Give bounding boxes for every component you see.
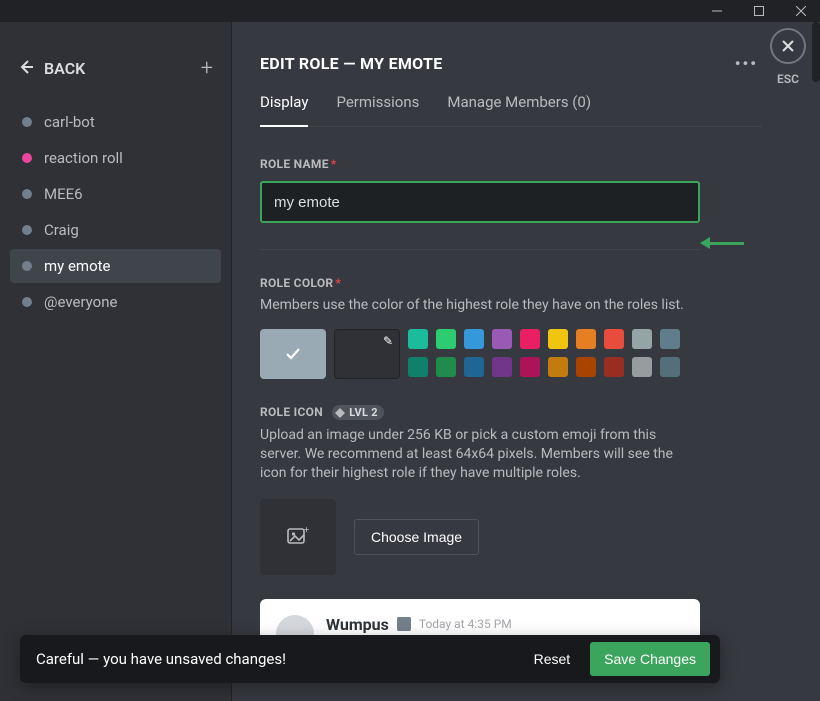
role-name-label: ROLE NAME* bbox=[260, 157, 762, 171]
tab-display[interactable]: Display bbox=[260, 93, 308, 127]
color-swatch[interactable] bbox=[436, 357, 456, 377]
arrow-left-icon bbox=[18, 59, 34, 79]
preview-username: Wumpus bbox=[326, 615, 389, 634]
sidebar-role-item[interactable]: my emote bbox=[10, 249, 221, 283]
color-swatch[interactable] bbox=[660, 357, 680, 377]
role-item-label: reaction roll bbox=[44, 149, 123, 167]
close-icon bbox=[781, 39, 795, 53]
back-button[interactable]: BACK bbox=[18, 59, 85, 79]
sidebar-role-item[interactable]: @everyone bbox=[10, 285, 221, 319]
checkmark-icon bbox=[283, 344, 303, 364]
level-badge: LVL 2 bbox=[332, 405, 384, 420]
role-badge-icon bbox=[397, 617, 411, 631]
unsaved-changes-bar: Careful — you have unsaved changes! Rese… bbox=[20, 635, 720, 683]
role-color-dot bbox=[22, 297, 32, 307]
role-icon-desc: Upload an image under 256 KB or pick a c… bbox=[260, 426, 700, 483]
close-area: ESC bbox=[770, 28, 806, 86]
eyedropper-icon: ✎ bbox=[383, 334, 393, 348]
window-close-icon[interactable] bbox=[788, 1, 814, 21]
color-swatch[interactable] bbox=[576, 357, 596, 377]
color-swatch[interactable] bbox=[604, 329, 624, 349]
color-swatch[interactable] bbox=[464, 357, 484, 377]
role-color-label: ROLE COLOR* bbox=[260, 276, 762, 290]
annotation-arrow bbox=[700, 237, 744, 249]
role-icon-label: ROLE ICON LVL 2 bbox=[260, 405, 762, 420]
color-swatch[interactable] bbox=[408, 357, 428, 377]
role-color-dot bbox=[22, 189, 32, 199]
divider bbox=[260, 249, 700, 250]
unsaved-text: Careful — you have unsaved changes! bbox=[36, 650, 520, 668]
tab-permissions[interactable]: Permissions bbox=[336, 93, 419, 126]
scrollbar[interactable] bbox=[812, 22, 820, 82]
role-color-desc: Members use the color of the highest rol… bbox=[260, 296, 700, 315]
tabs: Display Permissions Manage Members (0) bbox=[260, 93, 762, 127]
window-titlebar bbox=[0, 0, 820, 22]
role-color-dot bbox=[22, 153, 32, 163]
role-item-label: Craig bbox=[44, 221, 79, 239]
close-button[interactable] bbox=[770, 28, 806, 64]
save-changes-button[interactable]: Save Changes bbox=[590, 642, 710, 676]
page-title: EDIT ROLE — MY EMOTE bbox=[260, 54, 443, 73]
color-swatch[interactable] bbox=[576, 329, 596, 349]
color-swatch[interactable] bbox=[436, 329, 456, 349]
color-swatch[interactable] bbox=[604, 357, 624, 377]
choose-image-button[interactable]: Choose Image bbox=[354, 519, 479, 555]
add-role-button[interactable]: + bbox=[201, 56, 213, 81]
custom-color-swatch[interactable]: ✎ bbox=[334, 329, 400, 379]
color-swatch[interactable] bbox=[660, 329, 680, 349]
color-swatch[interactable] bbox=[548, 357, 568, 377]
default-color-swatch[interactable] bbox=[260, 329, 326, 379]
color-swatch[interactable] bbox=[492, 329, 512, 349]
color-swatch[interactable] bbox=[548, 329, 568, 349]
color-swatch[interactable] bbox=[632, 329, 652, 349]
sidebar-role-item[interactable]: MEE6 bbox=[10, 177, 221, 211]
back-label: BACK bbox=[44, 59, 85, 78]
role-name-input[interactable] bbox=[260, 181, 700, 223]
tab-manage-members-[interactable]: Manage Members (0) bbox=[447, 93, 591, 126]
more-options-icon[interactable]: ••• bbox=[735, 54, 758, 73]
color-swatch[interactable] bbox=[492, 357, 512, 377]
role-item-label: my emote bbox=[44, 257, 111, 275]
reset-button[interactable]: Reset bbox=[520, 643, 585, 675]
esc-label: ESC bbox=[770, 72, 806, 86]
sidebar-role-item[interactable]: Craig bbox=[10, 213, 221, 247]
color-swatch[interactable] bbox=[520, 329, 540, 349]
color-swatch[interactable] bbox=[464, 329, 484, 349]
role-color-dot bbox=[22, 225, 32, 235]
image-add-icon: + bbox=[285, 524, 311, 550]
role-item-label: @everyone bbox=[44, 293, 117, 311]
sidebar-role-item[interactable]: reaction roll bbox=[10, 141, 221, 175]
icon-upload-box[interactable]: + bbox=[260, 499, 336, 575]
content-area: EDIT ROLE — MY EMOTE ••• Display Permissi… bbox=[232, 22, 820, 701]
role-color-dot bbox=[22, 117, 32, 127]
preview-timestamp: Today at 4:35 PM bbox=[419, 617, 512, 631]
svg-text:+: + bbox=[304, 526, 309, 536]
color-swatch[interactable] bbox=[632, 357, 652, 377]
color-swatch[interactable] bbox=[408, 329, 428, 349]
color-swatch[interactable] bbox=[520, 357, 540, 377]
role-item-label: carl-bot bbox=[44, 113, 95, 131]
role-color-dot bbox=[22, 261, 32, 271]
window-maximize-icon[interactable] bbox=[746, 1, 772, 21]
boost-icon bbox=[335, 408, 345, 418]
sidebar-role-item[interactable]: carl-bot bbox=[10, 105, 221, 139]
role-item-label: MEE6 bbox=[44, 185, 83, 203]
roles-sidebar: BACK + carl-bot reaction roll MEE6 Craig my … bbox=[0, 22, 232, 701]
window-minimize-icon[interactable] bbox=[704, 1, 730, 21]
